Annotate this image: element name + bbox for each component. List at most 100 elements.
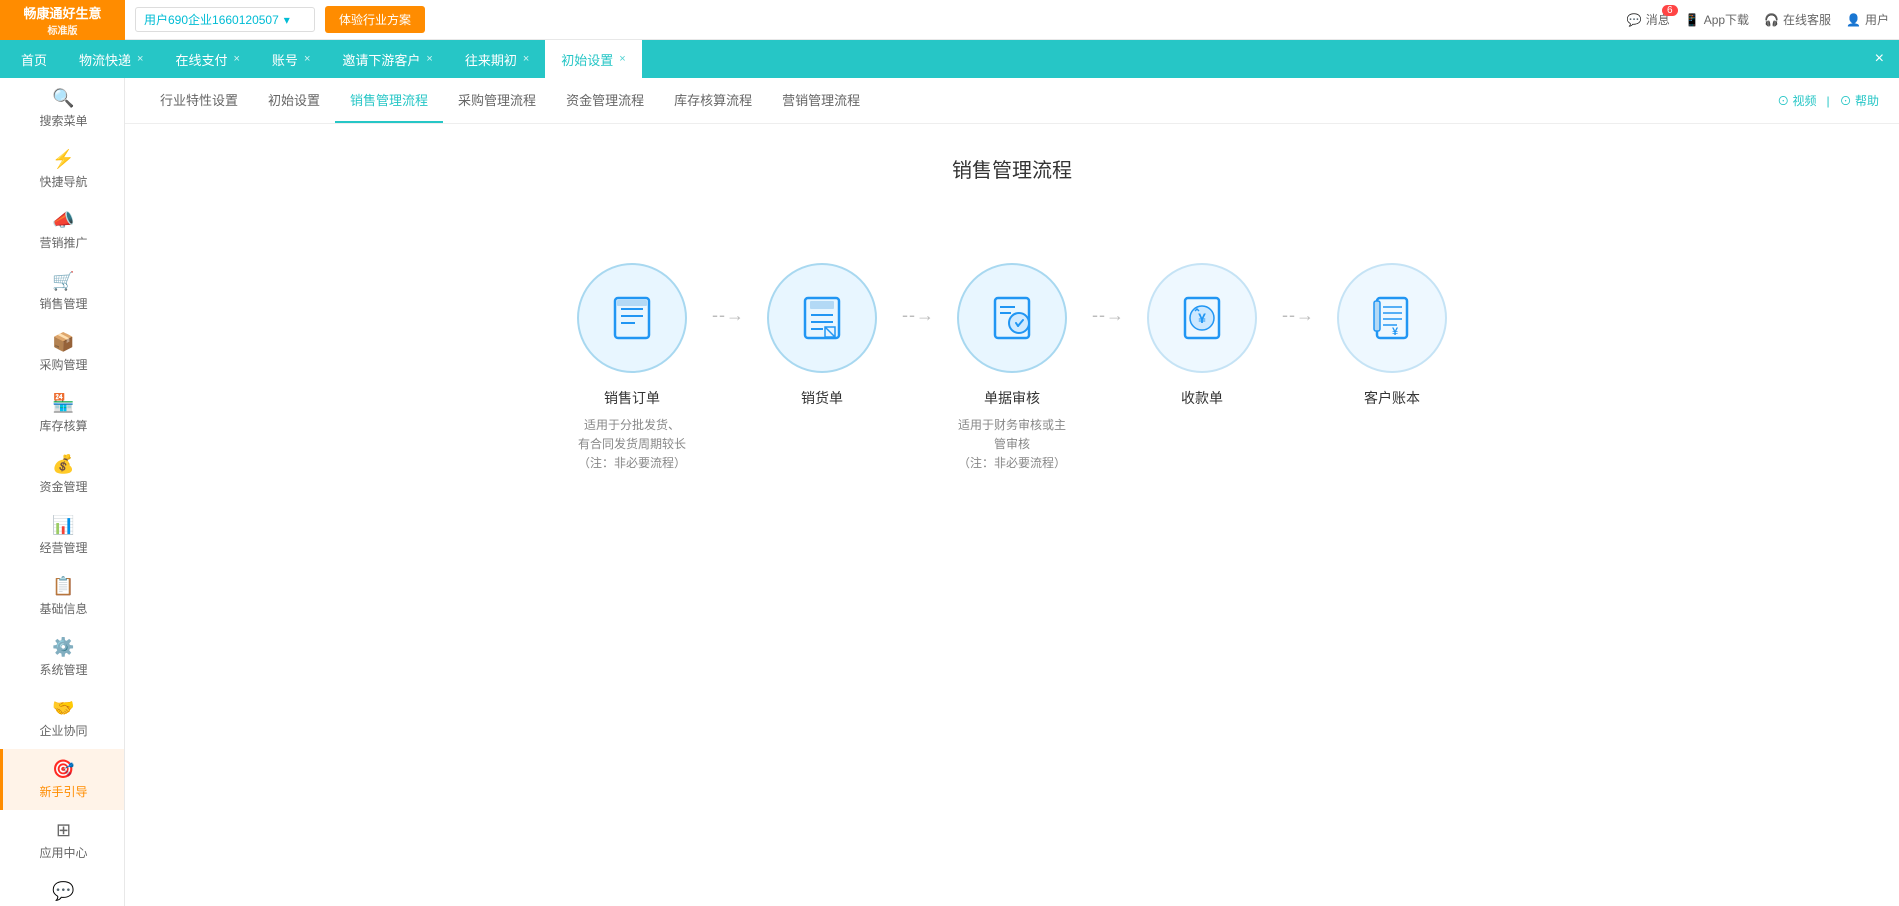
sub-tab-industry-label: 行业特性设置 — [160, 93, 238, 108]
sub-tab-finance-flow[interactable]: 资金管理流程 — [551, 78, 659, 123]
logo-title: 畅康通好生意 — [23, 3, 101, 22]
arrow-dashed-3: - - → — [1092, 305, 1122, 326]
app-download-label: App下载 — [1704, 11, 1749, 28]
user-item[interactable]: 👤 用户 — [1846, 11, 1889, 28]
nav-tab-payment-close[interactable]: × — [233, 53, 239, 65]
nav-tab-logistics-close[interactable]: × — [137, 53, 143, 65]
sub-tab-marketing-flow-label: 营销管理流程 — [782, 93, 860, 108]
sidebar-item-inventory-label: 库存核算 — [39, 417, 87, 434]
message-badge: 6 — [1662, 5, 1678, 16]
user-selector[interactable]: 用户690企业1660120507 ▾ — [135, 7, 315, 32]
service-icon: 🎧 — [1764, 13, 1779, 27]
download-icon: 📱 — [1685, 13, 1700, 27]
finance-icon: 💰 — [52, 454, 74, 475]
sidebar-item-finance[interactable]: 💰 资金管理 — [0, 444, 124, 505]
sales-icon: 🛒 — [52, 271, 74, 292]
sidebar-item-quick-nav-label: 快捷导航 — [39, 173, 87, 190]
sidebar-item-enterprise-label: 企业协同 — [39, 722, 87, 739]
nav-tab-init-close[interactable]: × — [619, 53, 625, 65]
nav-tab-init[interactable]: 初始设置 × — [545, 40, 641, 78]
header-right: 💬 消息 6 📱 App下载 🎧 在线客服 👤 用户 — [1627, 11, 1889, 28]
sidebar-item-enterprise[interactable]: 🤝 企业协同 — [0, 688, 124, 749]
sidebar-item-sales-label: 销售管理 — [39, 295, 87, 312]
wechat-icon: 💬 — [52, 881, 74, 902]
doc-help-link[interactable]: ⊙ 帮助 — [1840, 92, 1879, 109]
page-title: 销售管理流程 — [145, 154, 1879, 183]
sub-tabs: 行业特性设置 初始设置 销售管理流程 采购管理流程 资金管理流程 库存核算流程 … — [125, 78, 1899, 124]
nav-tab-period[interactable]: 往来期初 × — [449, 40, 545, 78]
sub-tab-help-area: ⊙ 视频 | ⊙ 帮助 — [1777, 92, 1879, 109]
sub-tab-inventory-flow[interactable]: 库存核算流程 — [659, 78, 767, 123]
flow-diagram: 销售订单 适用于分批发货、有合同发货周期较长（注：非必要流程） - - → — [145, 243, 1879, 494]
message-item[interactable]: 💬 消息 6 — [1627, 11, 1670, 28]
flow-circle-receipt[interactable]: ¥ — [1147, 263, 1257, 373]
arrow-dashed-2: - - → — [902, 305, 932, 326]
nav-tab-home[interactable]: 首页 — [5, 40, 63, 78]
page-content: 销售管理流程 销售订单 适用于分批发货、有合同 — [125, 124, 1899, 906]
nav-tab-home-label: 首页 — [21, 50, 47, 69]
quick-nav-icon: ⚡ — [52, 149, 74, 170]
sub-tab-marketing-flow[interactable]: 营销管理流程 — [767, 78, 875, 123]
flow-circle-audit[interactable] — [957, 263, 1067, 373]
sub-tab-industry[interactable]: 行业特性设置 — [145, 78, 253, 123]
sidebar-item-operations-label: 经营管理 — [39, 539, 87, 556]
nav-tab-invite[interactable]: 邀请下游客户 × — [326, 40, 448, 78]
logo-subtitle: 标准版 — [48, 22, 78, 37]
user-name-label: 用户 — [1865, 11, 1889, 28]
flow-item-audit: 单据审核 适用于财务审核或主管审核（注：非必要流程） — [932, 263, 1092, 474]
sidebar-item-guide-label: 新手引导 — [39, 783, 87, 800]
nav-tab-account-label: 账号 — [272, 50, 298, 69]
purchase-icon: 📦 — [52, 332, 74, 353]
flow-arrow-4: - - → — [1282, 263, 1312, 326]
sidebar-item-search[interactable]: 🔍 搜索菜单 — [0, 78, 124, 139]
nav-tab-init-label: 初始设置 — [561, 50, 613, 69]
svg-text:¥: ¥ — [1198, 310, 1206, 326]
nav-tab-account-close[interactable]: × — [304, 53, 310, 65]
nav-tab-logistics-label: 物流快递 — [79, 50, 131, 69]
svg-text:¥: ¥ — [1392, 326, 1399, 338]
trial-button[interactable]: 体验行业方案 — [325, 6, 425, 33]
basic-info-icon: 📋 — [52, 576, 74, 597]
video-help-link[interactable]: ⊙ 视频 — [1777, 92, 1816, 109]
message-icon: 💬 — [1627, 13, 1642, 27]
flow-circle-sales-order[interactable] — [577, 263, 687, 373]
nav-tab-payment[interactable]: 在线支付 × — [159, 40, 255, 78]
sidebar-item-search-label: 搜索菜单 — [39, 112, 87, 129]
nav-tab-account[interactable]: 账号 × — [256, 40, 326, 78]
logo: 畅康通好生意 标准版 — [0, 0, 125, 40]
sub-tab-init[interactable]: 初始设置 — [253, 78, 335, 123]
sidebar-item-inventory[interactable]: 🏪 库存核算 — [0, 383, 124, 444]
nav-tabs-close-all[interactable]: × — [1865, 50, 1894, 68]
nav-tab-invite-close[interactable]: × — [426, 53, 432, 65]
flow-item-ledger: ¥ 客户账本 — [1312, 263, 1472, 416]
app-download-item[interactable]: 📱 App下载 — [1685, 11, 1749, 28]
nav-tab-logistics[interactable]: 物流快递 × — [63, 40, 159, 78]
sidebar-item-basic-info[interactable]: 📋 基础信息 — [0, 566, 124, 627]
flow-circle-invoice[interactable] — [767, 263, 877, 373]
sub-tab-purchase-flow-label: 采购管理流程 — [458, 93, 536, 108]
flow-circle-ledger[interactable]: ¥ — [1337, 263, 1447, 373]
flow-desc-audit: 适用于财务审核或主管审核（注：非必要流程） — [958, 416, 1066, 474]
nav-tab-invite-label: 邀请下游客户 — [342, 50, 420, 69]
audit-icon — [987, 293, 1037, 343]
sidebar-item-system[interactable]: ⚙️ 系统管理 — [0, 627, 124, 688]
sidebar-item-marketing[interactable]: 📣 营销推广 — [0, 200, 124, 261]
sidebar-item-sales[interactable]: 🛒 销售管理 — [0, 261, 124, 322]
sidebar-item-app-center[interactable]: ⊞ 应用中心 — [0, 810, 124, 871]
flow-item-invoice: 销货单 — [742, 263, 902, 416]
content-area: 行业特性设置 初始设置 销售管理流程 采购管理流程 资金管理流程 库存核算流程 … — [125, 78, 1899, 906]
sidebar-item-operations[interactable]: 📊 经营管理 — [0, 505, 124, 566]
guide-icon: 🎯 — [52, 759, 74, 780]
nav-tab-payment-label: 在线支付 — [175, 50, 227, 69]
sub-tab-purchase-flow[interactable]: 采购管理流程 — [443, 78, 551, 123]
marketing-icon: 📣 — [52, 210, 74, 231]
receipt-icon: ¥ — [1177, 293, 1227, 343]
sub-tab-sales-flow[interactable]: 销售管理流程 — [335, 78, 443, 123]
sidebar-item-quick-nav[interactable]: ⚡ 快捷导航 — [0, 139, 124, 200]
sidebar-item-guide[interactable]: 🎯 新手引导 — [0, 749, 124, 810]
sidebar-item-purchase[interactable]: 📦 采购管理 — [0, 322, 124, 383]
nav-tab-period-close[interactable]: × — [523, 53, 529, 65]
sidebar-item-finance-label: 资金管理 — [39, 478, 87, 495]
sidebar-item-wechat[interactable]: 💬 企业微信 — [0, 871, 124, 906]
online-service-item[interactable]: 🎧 在线客服 — [1764, 11, 1831, 28]
